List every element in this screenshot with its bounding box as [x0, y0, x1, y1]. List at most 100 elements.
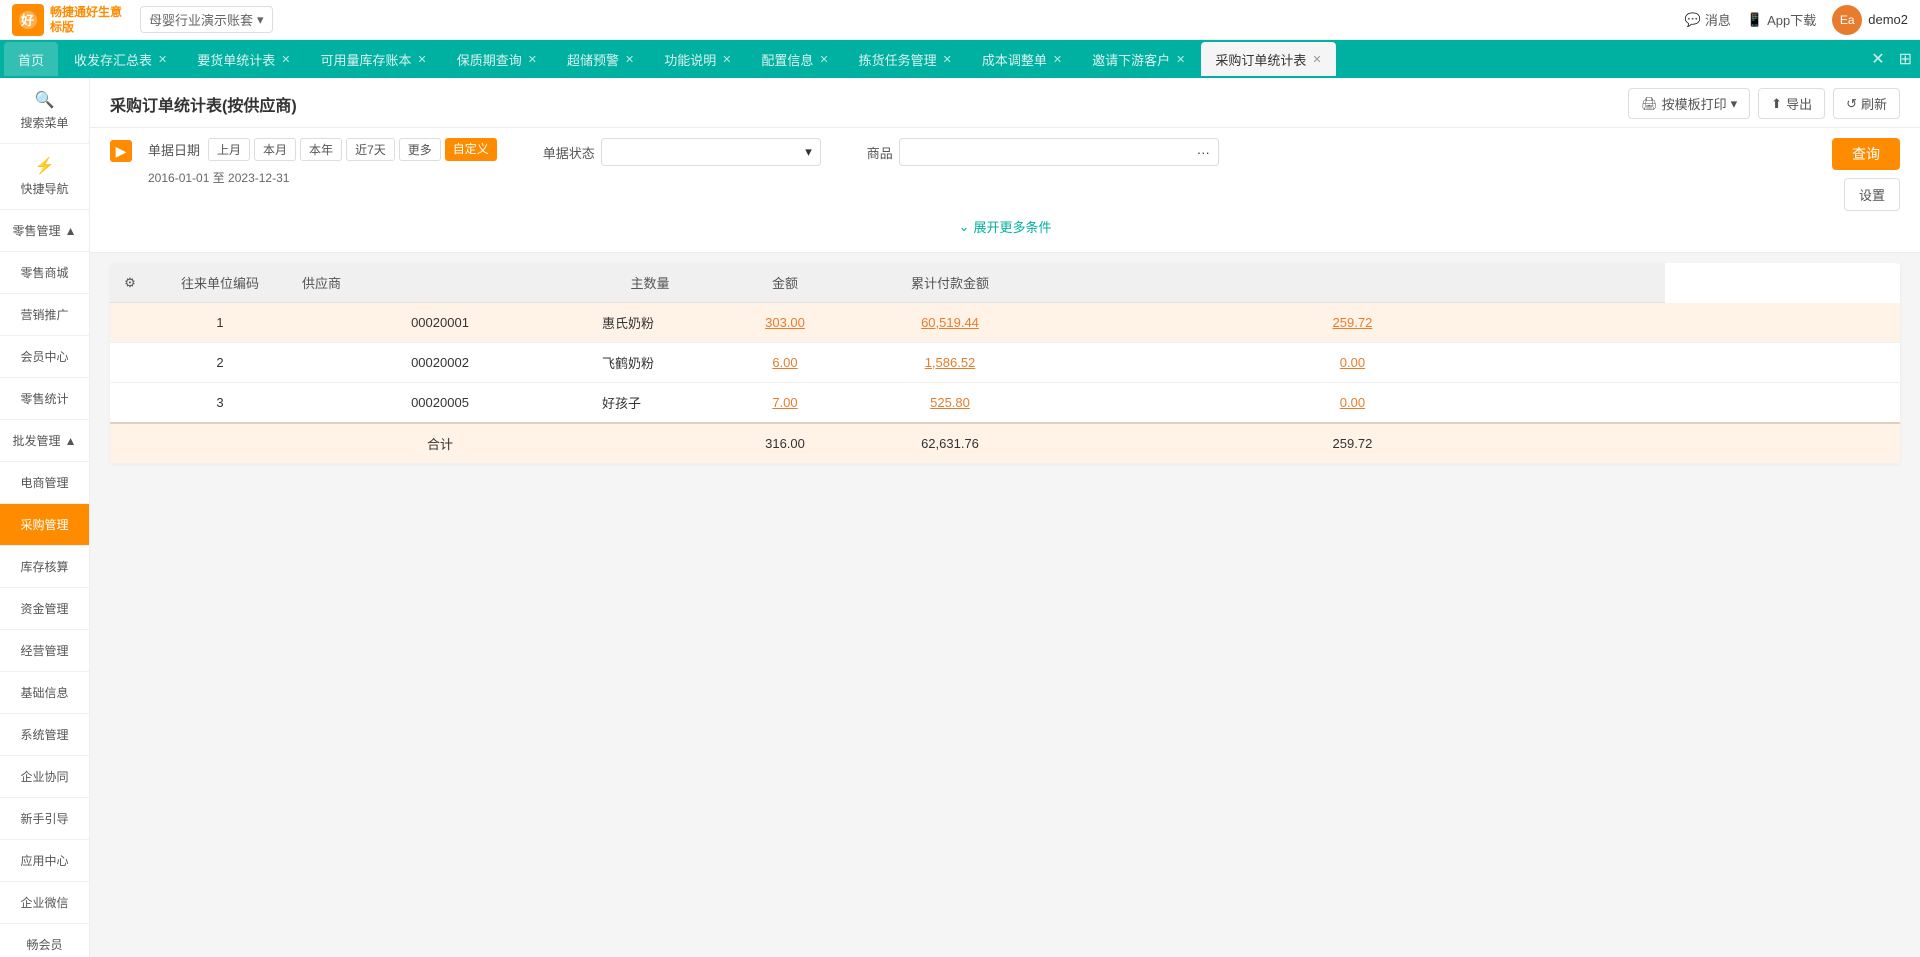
sidebar-item-system[interactable]: 系统管理 [0, 714, 89, 756]
tabs-expand-icon[interactable]: ⊞ [1895, 49, 1916, 69]
query-button[interactable]: 查询 [1832, 138, 1900, 170]
row-qty-2[interactable]: 6.00 [710, 343, 860, 383]
sidebar-item-wholesale[interactable]: 批发管理 ▲ [0, 420, 89, 462]
row-extra-2 [1665, 343, 1900, 383]
export-icon: ⬆ [1771, 96, 1782, 112]
tab-home[interactable]: 首页 [4, 42, 58, 76]
col-paid-header: 累计付款金额 [860, 263, 1040, 303]
chevron-down-icon: ▾ [805, 144, 812, 160]
tab-inventory[interactable]: 可用量库存账本 ✕ [306, 42, 440, 76]
footer-gear [110, 423, 150, 464]
tab-purchasestat[interactable]: 采购订单统计表 ✕ [1201, 42, 1335, 76]
sidebar-item-ecommerce[interactable]: 电商管理 [0, 462, 89, 504]
filter-more[interactable]: 更多 [399, 138, 441, 161]
filter-last-month[interactable]: 上月 [208, 138, 250, 161]
close-icon[interactable]: ✕ [943, 53, 952, 66]
chevron-down-icon: ▾ [257, 12, 264, 28]
tab-config[interactable]: 配置信息 ✕ [747, 42, 842, 76]
row-amount-1[interactable]: 60,519.44 [860, 303, 1040, 343]
messages-action[interactable]: 💬 消息 [1685, 10, 1731, 29]
row-paid-2[interactable]: 0.00 [1040, 343, 1665, 383]
row-extra-1 [1665, 303, 1900, 343]
close-icon[interactable]: ✕ [722, 53, 731, 66]
close-icon[interactable]: ✕ [1176, 53, 1185, 66]
sidebar-item-search[interactable]: 🔍 搜索菜单 [0, 78, 89, 144]
gear-icon[interactable]: ⚙ [124, 275, 136, 291]
close-icon[interactable]: ✕ [281, 53, 290, 66]
main-content: 采购订单统计表(按供应商) 🖨 按模板打印 ▾ ⬆ 导出 ↺ 刷新 [90, 78, 1920, 957]
sidebar-item-collab[interactable]: 企业协同 [0, 756, 89, 798]
sidebar-item-purchase[interactable]: 采购管理 [0, 504, 89, 546]
close-icon[interactable]: ✕ [819, 53, 828, 66]
print-dropdown-icon: ▾ [1731, 96, 1738, 112]
sidebar-item-retail-stat[interactable]: 零售统计 [0, 378, 89, 420]
sidebar-item-wechat[interactable]: 企业微信 [0, 882, 89, 924]
tab-funcexp[interactable]: 功能说明 ✕ [650, 42, 745, 76]
sidebar: 🔍 搜索菜单 ⚡ 快捷导航 零售管理 ▲ 零售商城 营销推广 会员中心 零售统计… [0, 78, 90, 957]
sidebar-item-retail[interactable]: 零售管理 ▲ [0, 210, 89, 252]
row-amount-2[interactable]: 1,586.52 [860, 343, 1040, 383]
goods-input[interactable]: ··· [899, 138, 1219, 166]
sidebar-item-quicknav[interactable]: ⚡ 快捷导航 [0, 144, 89, 210]
col-empty-header [1040, 263, 1665, 303]
close-icon[interactable]: ✕ [158, 53, 167, 66]
refresh-button[interactable]: ↺ 刷新 [1833, 88, 1900, 119]
sidebar-item-newbie[interactable]: 新手引导 [0, 798, 89, 840]
row-supplier-1: 惠氏奶粉 [590, 303, 710, 343]
row-qty-3[interactable]: 7.00 [710, 383, 860, 424]
sidebar-item-marketing[interactable]: 营销推广 [0, 294, 89, 336]
sidebar-item-finance[interactable]: 资金管理 [0, 588, 89, 630]
row-qty-1[interactable]: 303.00 [710, 303, 860, 343]
sidebar-item-vip[interactable]: 畅会员 [0, 924, 89, 957]
user-area[interactable]: Ea demo2 [1832, 5, 1908, 35]
row-code-1: 00020001 [290, 303, 590, 343]
tab-invitedown[interactable]: 邀请下游客户 ✕ [1078, 42, 1199, 76]
footer-amount: 62,631.76 [860, 423, 1040, 464]
sidebar-item-inventory-check[interactable]: 库存核算 [0, 546, 89, 588]
sidebar-item-retail-mall[interactable]: 零售商城 [0, 252, 89, 294]
status-filter: 单据状态 ▾ [543, 138, 821, 166]
status-select[interactable]: ▾ [601, 138, 821, 166]
close-icon[interactable]: ✕ [1312, 53, 1321, 66]
tab-expiry[interactable]: 保质期查询 ✕ [443, 42, 551, 76]
top-header: 好 畅捷通好生意 标版 母婴行业演示账套 ▾ 💬 消息 📱 App下载 Ea d… [0, 0, 1920, 40]
workspace-selector[interactable]: 母婴行业演示账套 ▾ [140, 6, 273, 33]
col-code-header: 往来单位编码 [150, 263, 290, 303]
filter-this-month[interactable]: 本月 [254, 138, 296, 161]
nav-tabs-bar: 首页 收发存汇总表 ✕ 要货单统计表 ✕ 可用量库存账本 ✕ 保质期查询 ✕ 超… [0, 40, 1920, 78]
print-button[interactable]: 🖨 按模板打印 ▾ [1628, 88, 1750, 119]
sidebar-item-appcenter[interactable]: 应用中心 [0, 840, 89, 882]
filter-last-7days[interactable]: 近7天 [346, 138, 395, 161]
custom-tag[interactable]: 自定义 [445, 138, 497, 161]
app-download-action[interactable]: 📱 App下载 [1747, 10, 1816, 29]
row-extra-3 [1665, 383, 1900, 424]
settings-button[interactable]: 设置 [1844, 178, 1900, 211]
expand-more-btn[interactable]: ⌄ 展开更多条件 [110, 211, 1900, 242]
col-qty-header: 主数量 [590, 263, 710, 303]
table-row: 2 00020002 飞鹤奶粉 6.00 1,586.52 0.00 [110, 343, 1900, 383]
tab-overstock[interactable]: 超储预警 ✕ [553, 42, 648, 76]
export-button[interactable]: ⬆ 导出 [1758, 88, 1825, 119]
close-icon[interactable]: ✕ [1053, 53, 1062, 66]
sidebar-item-member[interactable]: 会员中心 [0, 336, 89, 378]
close-icon[interactable]: ✕ [418, 53, 427, 66]
row-paid-1[interactable]: 259.72 [1040, 303, 1665, 343]
row-code-3: 00020005 [290, 383, 590, 424]
row-amount-3[interactable]: 525.80 [860, 383, 1040, 424]
row-paid-3[interactable]: 0.00 [1040, 383, 1665, 424]
tab-picktask[interactable]: 拣货任务管理 ✕ [845, 42, 966, 76]
tab-requisition[interactable]: 要货单统计表 ✕ [183, 42, 304, 76]
sidebar-item-operation[interactable]: 经营管理 [0, 630, 89, 672]
tab-costadj[interactable]: 成本调整单 ✕ [968, 42, 1076, 76]
tab-income[interactable]: 收发存汇总表 ✕ [60, 42, 181, 76]
message-icon: 💬 [1685, 12, 1701, 28]
table-row: 3 00020005 好孩子 7.00 525.80 0.00 [110, 383, 1900, 424]
collapse-toggle[interactable]: ▶ [110, 140, 132, 162]
date-label: 单据日期 [148, 140, 200, 159]
col-gear-header: ⚙ [110, 263, 150, 303]
sidebar-item-basics[interactable]: 基础信息 [0, 672, 89, 714]
filter-this-year[interactable]: 本年 [300, 138, 342, 161]
tabs-close-all-icon[interactable]: ✕ [1867, 49, 1888, 69]
close-icon[interactable]: ✕ [625, 53, 634, 66]
close-icon[interactable]: ✕ [528, 53, 537, 66]
